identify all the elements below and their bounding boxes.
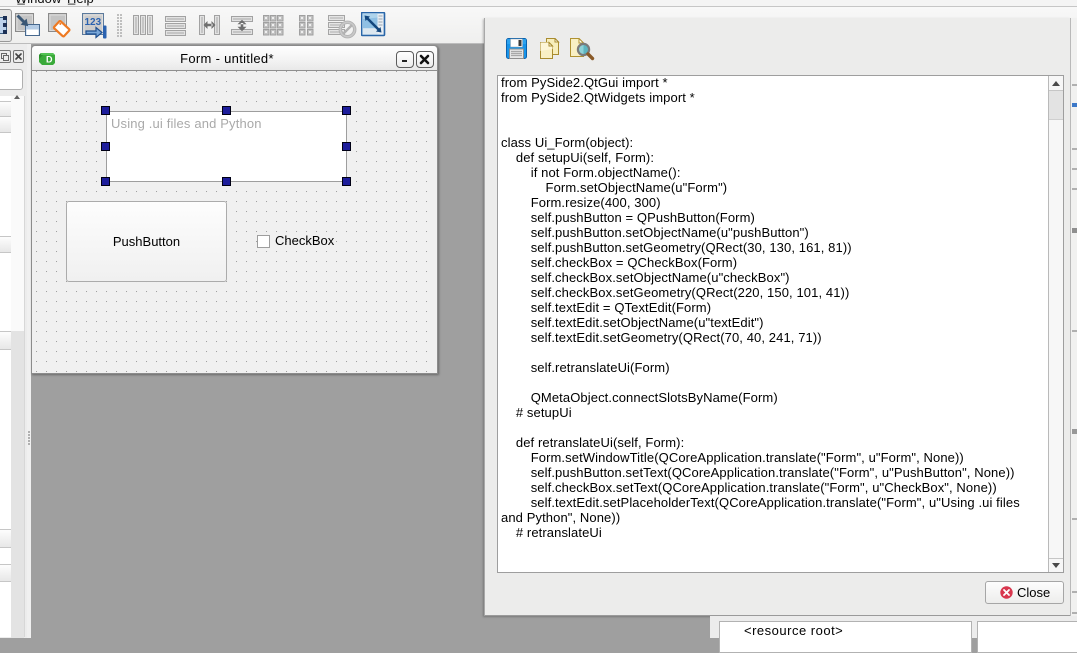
svg-text:123: 123 bbox=[85, 17, 102, 28]
